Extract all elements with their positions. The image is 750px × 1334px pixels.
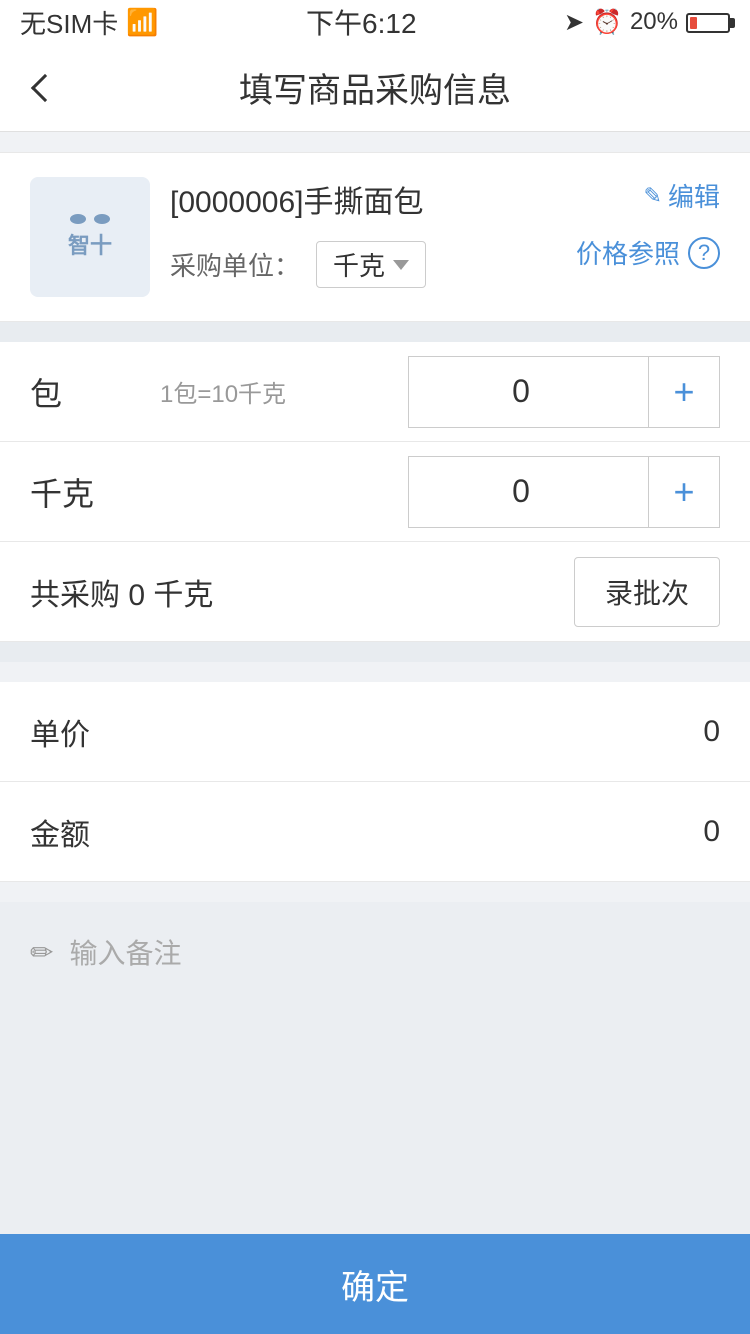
batch-record-button[interactable]: 录批次: [574, 557, 720, 627]
wifi-icon: 📶: [126, 7, 158, 38]
product-name: [0000006]手撕面包: [170, 177, 556, 221]
confirm-button[interactable]: 确定: [0, 1234, 750, 1334]
unit-value: 千克: [333, 246, 385, 283]
price-section: 单价 0 金额 0: [0, 682, 750, 882]
unit-price-label: 单价: [30, 710, 90, 754]
package-input-row: 包 1包=10千克 +: [0, 342, 750, 442]
section-divider-2: [0, 642, 750, 662]
package-label: 包: [30, 369, 150, 415]
amount-value: 0: [703, 815, 720, 849]
product-card: 智十 [0000006]手撕面包 采购单位： 千克 ✎ 编辑 价格参照 ?: [0, 152, 750, 322]
amount-label: 金额: [30, 810, 90, 854]
pencil-icon: ✏: [30, 936, 53, 969]
logo-text: 智十: [68, 228, 112, 260]
battery-icon: [686, 8, 730, 36]
package-input-right: +: [408, 356, 720, 428]
kg-label: 千克: [30, 469, 150, 515]
kg-input-row: 千克 +: [0, 442, 750, 542]
section-divider-1: [0, 322, 750, 342]
unit-price-value: 0: [703, 715, 720, 749]
note-placeholder: 输入备注: [69, 932, 181, 972]
edit-icon: ✎: [644, 183, 662, 209]
status-icons: ➤ ⏰ 20%: [564, 8, 730, 37]
kg-quantity-input[interactable]: [408, 456, 648, 528]
battery-percent: 20%: [630, 8, 678, 36]
alarm-icon: ⏰: [592, 8, 622, 37]
price-reference-button[interactable]: 价格参照 ?: [576, 234, 720, 271]
product-image: 智十: [30, 177, 150, 297]
dropdown-arrow-icon: [393, 260, 409, 270]
summary-text: 共采购 0 千克: [30, 570, 213, 614]
carrier-text: 无SIM卡: [20, 4, 118, 41]
back-arrow-icon: [31, 73, 59, 101]
page-title: 填写商品采购信息: [0, 63, 750, 112]
note-section[interactable]: ✏ 输入备注: [0, 902, 750, 1002]
summary-value: 0: [128, 579, 145, 612]
help-icon: ?: [688, 237, 720, 269]
product-info: [0000006]手撕面包 采购单位： 千克: [170, 177, 556, 288]
location-icon: ➤: [564, 8, 584, 37]
edit-button[interactable]: ✎ 编辑: [644, 177, 720, 214]
status-bar: 无SIM卡 📶 下午6:12 ➤ ⏰ 20%: [0, 0, 750, 44]
status-carrier: 无SIM卡 📶: [20, 4, 159, 41]
unit-price-row: 单价 0: [0, 682, 750, 782]
product-actions: ✎ 编辑 价格参照 ?: [576, 177, 720, 271]
unit-selector[interactable]: 千克: [316, 241, 426, 288]
package-plus-button[interactable]: +: [648, 356, 720, 428]
summary-row: 共采购 0 千克 录批次: [0, 542, 750, 642]
kg-input-right: +: [408, 456, 720, 528]
amount-row: 金额 0: [0, 782, 750, 882]
package-sub-label: 1包=10千克: [160, 374, 286, 409]
nav-bar: 填写商品采购信息: [0, 44, 750, 132]
input-section: 包 1包=10千克 + 千克 + 共采购 0 千克 录批次: [0, 342, 750, 642]
product-unit-row: 采购单位： 千克: [170, 241, 556, 288]
back-button[interactable]: [0, 44, 80, 132]
status-time: 下午6:12: [306, 2, 417, 42]
package-quantity-input[interactable]: [408, 356, 648, 428]
unit-label: 采购单位：: [170, 246, 300, 283]
kg-plus-button[interactable]: +: [648, 456, 720, 528]
product-logo: 智十: [68, 214, 112, 260]
